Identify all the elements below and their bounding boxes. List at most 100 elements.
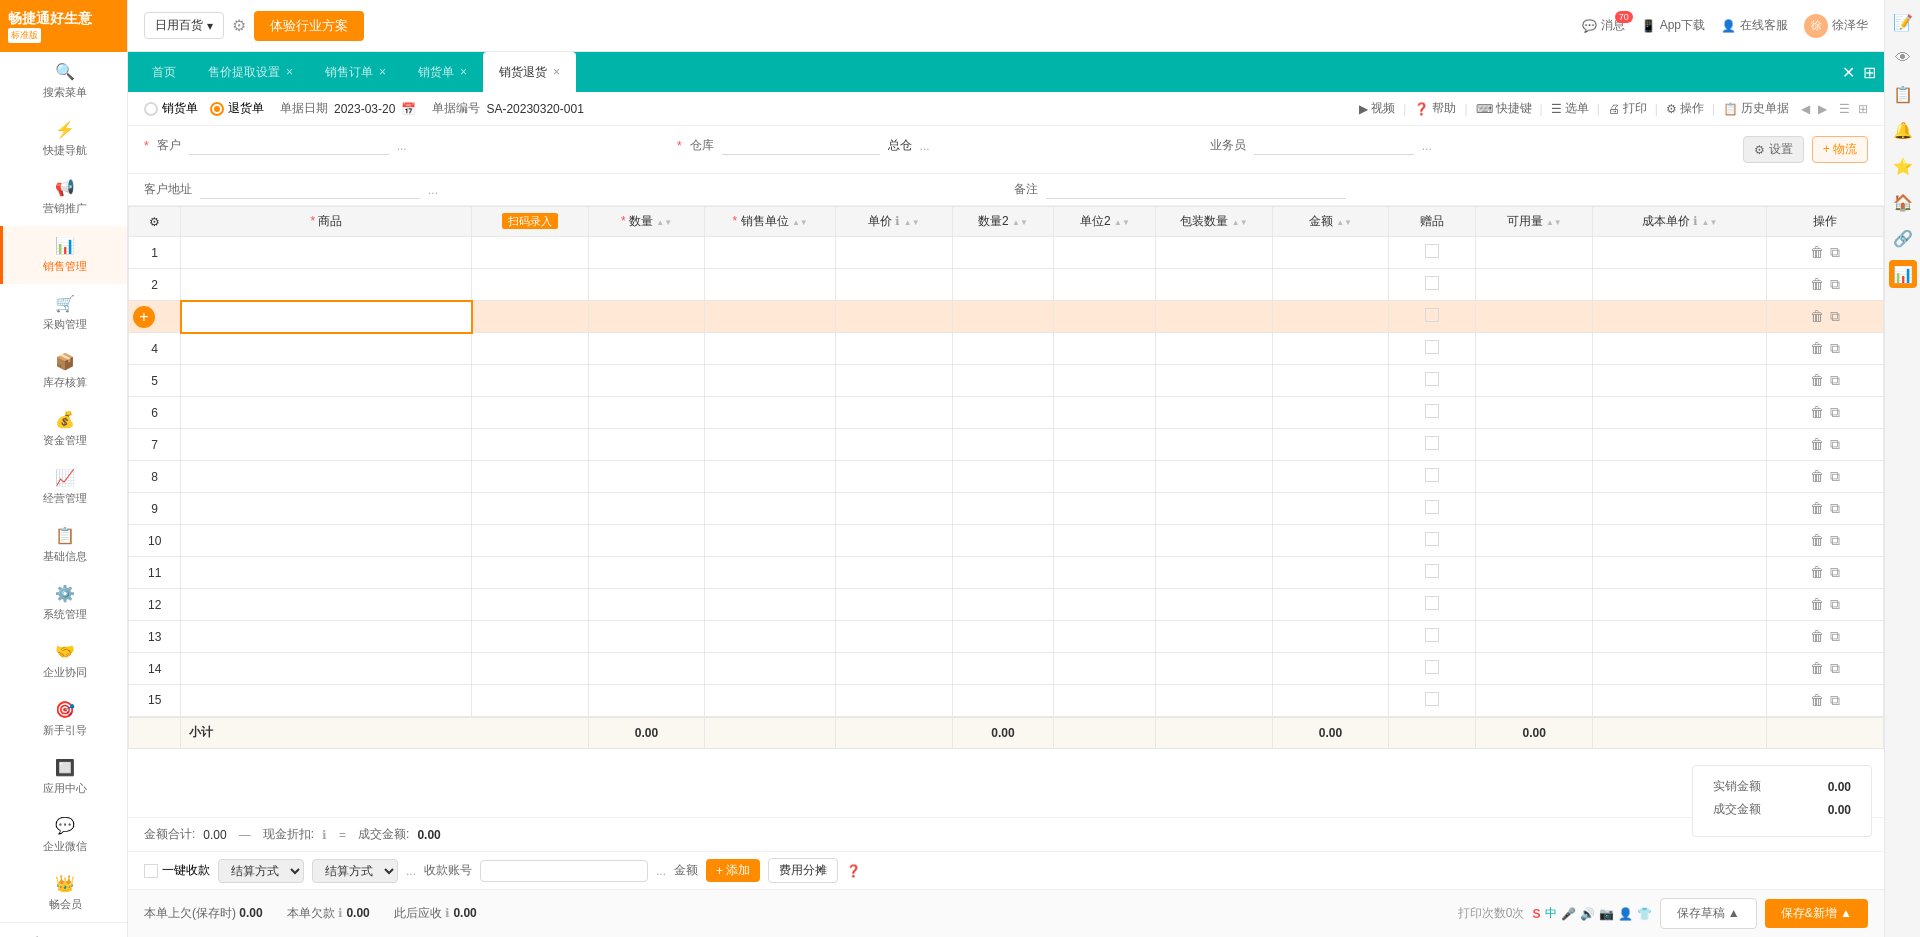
amount-cell-13[interactable] <box>1272 621 1388 653</box>
gift-checkbox-9[interactable] <box>1425 500 1439 514</box>
right-panel-icon-2[interactable]: 👁 <box>1889 44 1917 72</box>
pkg-cell-3[interactable] <box>1156 301 1272 333</box>
sales-unit-cell-3[interactable] <box>705 301 836 333</box>
product-cell-11[interactable] <box>181 557 472 589</box>
price-cell-8[interactable] <box>836 461 952 493</box>
prev-record-icon[interactable]: ◀ <box>1801 102 1810 116</box>
close-tab-icon[interactable]: ✕ <box>1842 63 1855 82</box>
delete-row-icon-1[interactable]: 🗑 <box>1810 244 1824 261</box>
gift-checkbox-2[interactable] <box>1425 276 1439 290</box>
sidebar-item-member[interactable]: 👑 畅会员 <box>0 864 127 922</box>
sidebar-item-enterprise[interactable]: 🤝 企业协同 <box>0 632 127 690</box>
gift-checkbox-14[interactable] <box>1425 660 1439 674</box>
pkg-cell-8[interactable] <box>1156 461 1272 493</box>
tab-sales-order[interactable]: 销售订单 × <box>309 52 402 92</box>
gift-checkbox-1[interactable] <box>1425 244 1439 258</box>
messages-button[interactable]: 💬 消息 70 <box>1582 17 1625 34</box>
qty2-cell-2[interactable] <box>952 269 1054 301</box>
available-cell-11[interactable] <box>1476 557 1592 589</box>
right-panel-icon-6[interactable]: 🏠 <box>1889 188 1917 216</box>
amount-cell-15[interactable] <box>1272 685 1388 717</box>
price-cell-3[interactable] <box>836 301 952 333</box>
gift-checkbox-7[interactable] <box>1425 436 1439 450</box>
unit2-cell-2[interactable] <box>1054 269 1156 301</box>
amount-cell-4[interactable] <box>1272 333 1388 365</box>
action-video[interactable]: ▶ 视频 <box>1359 100 1395 117</box>
calendar-icon[interactable]: 📅 <box>401 102 416 116</box>
sidebar-item-purchase[interactable]: 🛒 采购管理 <box>0 284 127 342</box>
pkg-cell-6[interactable] <box>1156 397 1272 429</box>
account-dots[interactable]: ... <box>406 864 416 878</box>
address-dots[interactable]: ... <box>428 183 438 197</box>
gift-cell-15[interactable] <box>1389 685 1476 717</box>
amount-cell-1[interactable] <box>1272 237 1388 269</box>
sidebar-item-basics[interactable]: 📋 基础信息 <box>0 516 127 574</box>
gift-cell-11[interactable] <box>1389 557 1476 589</box>
product-cell-14[interactable] <box>181 653 472 685</box>
available-cell-2[interactable] <box>1476 269 1592 301</box>
cost-cell-15[interactable] <box>1592 685 1767 717</box>
qty-cell-8[interactable] <box>588 461 704 493</box>
qty-cell-14[interactable] <box>588 653 704 685</box>
right-panel-icon-8[interactable]: 📊 <box>1889 260 1917 288</box>
tab-sales-delivery[interactable]: 销货单 × <box>402 52 483 92</box>
copy-row-icon-4[interactable]: ⧉ <box>1830 340 1840 357</box>
qty-cell-11[interactable] <box>588 557 704 589</box>
qty2-cell-14[interactable] <box>952 653 1054 685</box>
action-help[interactable]: ❓ 帮助 <box>1414 100 1456 117</box>
amount-cell-8[interactable] <box>1272 461 1388 493</box>
one-click-payment-checkbox[interactable]: 一键收款 <box>144 862 210 879</box>
add-row-button[interactable]: + <box>133 306 155 328</box>
cost-cell-1[interactable] <box>1592 237 1767 269</box>
settings-bottom-icon[interactable]: ⚙ <box>30 933 44 937</box>
amount-cell-14[interactable] <box>1272 653 1388 685</box>
pkg-cell-10[interactable] <box>1156 525 1272 557</box>
price-cell-11[interactable] <box>836 557 952 589</box>
amount-cell-7[interactable] <box>1272 429 1388 461</box>
delete-row-icon-14[interactable]: 🗑 <box>1810 660 1824 677</box>
gift-cell-13[interactable] <box>1389 621 1476 653</box>
sales-unit-cell-9[interactable] <box>705 493 836 525</box>
user-menu[interactable]: 徐 徐泽华 <box>1804 14 1868 38</box>
cost-cell-3[interactable] <box>1592 301 1767 333</box>
amount-cell-12[interactable] <box>1272 589 1388 621</box>
qty-cell-12[interactable] <box>588 589 704 621</box>
action-select[interactable]: ☰ 选单 <box>1551 100 1589 117</box>
cost-cell-13[interactable] <box>1592 621 1767 653</box>
qty-cell-4[interactable] <box>588 333 704 365</box>
qty2-cell-6[interactable] <box>952 397 1054 429</box>
account-input[interactable] <box>480 860 648 882</box>
cost-cell-5[interactable] <box>1592 365 1767 397</box>
qty2-cell-5[interactable] <box>952 365 1054 397</box>
right-panel-icon-1[interactable]: 📝 <box>1889 8 1917 36</box>
product-cell-9[interactable] <box>181 493 472 525</box>
payment-checkbox-input[interactable] <box>144 864 158 878</box>
amount-cell-3[interactable] <box>1272 301 1388 333</box>
product-cell-8[interactable] <box>181 461 472 493</box>
price-cell-13[interactable] <box>836 621 952 653</box>
qty2-cell-10[interactable] <box>952 525 1054 557</box>
copy-row-icon-15[interactable]: ⧉ <box>1830 692 1840 709</box>
payment-method-select[interactable]: 结算方式 <box>218 859 304 883</box>
available-cell-8[interactable] <box>1476 461 1592 493</box>
gift-cell-1[interactable] <box>1389 237 1476 269</box>
copy-row-icon-5[interactable]: ⧉ <box>1830 372 1840 389</box>
tab-sales-return[interactable]: 销货退货 × <box>483 52 576 92</box>
qty-cell-7[interactable] <box>588 429 704 461</box>
qty2-cell-7[interactable] <box>952 429 1054 461</box>
cost-cell-7[interactable] <box>1592 429 1767 461</box>
sales-unit-cell-6[interactable] <box>705 397 836 429</box>
pkg-cell-5[interactable] <box>1156 365 1272 397</box>
pkg-cell-1[interactable] <box>1156 237 1272 269</box>
amount-cell-5[interactable] <box>1272 365 1388 397</box>
list-view-icon[interactable]: ☰ <box>1839 102 1850 116</box>
delete-row-icon-3[interactable]: 🗑 <box>1810 308 1824 325</box>
sidebar-item-apps[interactable]: 🔲 应用中心 <box>0 748 127 806</box>
pkg-cell-4[interactable] <box>1156 333 1272 365</box>
qty-cell-10[interactable] <box>588 525 704 557</box>
qty-cell-6[interactable] <box>588 397 704 429</box>
right-panel-icon-5[interactable]: ⭐ <box>1889 152 1917 180</box>
unit2-cell-9[interactable] <box>1054 493 1156 525</box>
price-cell-2[interactable] <box>836 269 952 301</box>
delete-row-icon-11[interactable]: 🗑 <box>1810 564 1824 581</box>
